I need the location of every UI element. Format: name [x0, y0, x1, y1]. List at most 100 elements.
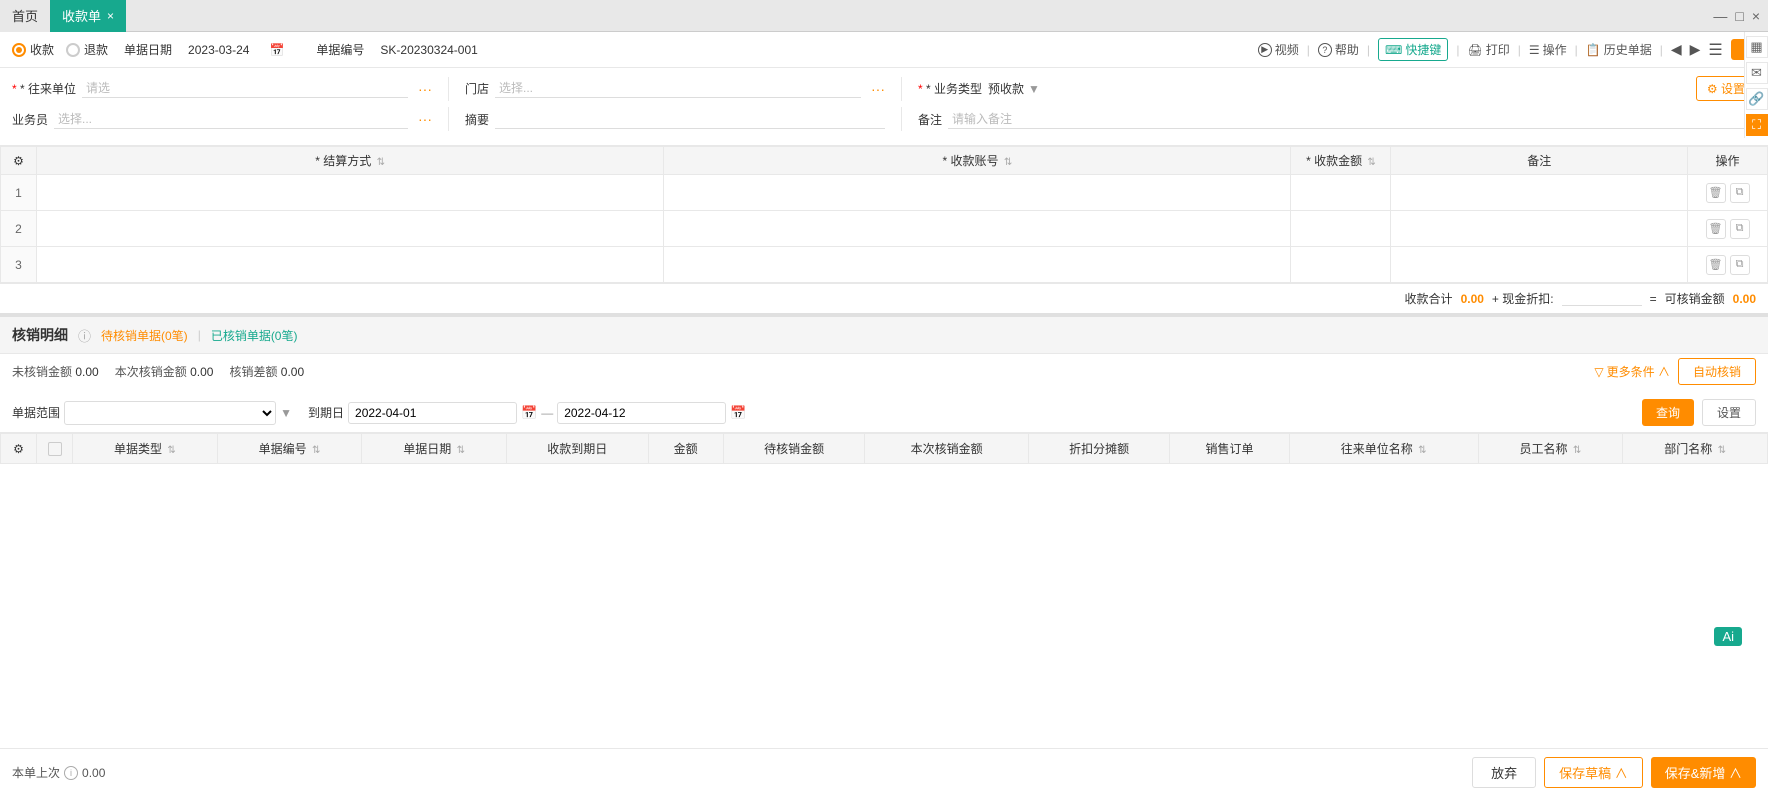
equal-label: =: [1650, 292, 1657, 306]
col-payment-method[interactable]: * 结算方式 ⇅: [37, 147, 664, 175]
sidebar-expand-icon[interactable]: ⛶: [1746, 114, 1768, 136]
prev-btn[interactable]: ◀: [1671, 41, 1682, 58]
select-all-checkbox[interactable]: [48, 442, 62, 456]
save-draft-label: 保存草稿 ∧: [1559, 763, 1628, 782]
verification-info-icon[interactable]: ⓘ: [78, 326, 91, 345]
auto-verify-btn[interactable]: 自动核销: [1678, 358, 1756, 385]
row-1-copy-icon[interactable]: ⧉: [1730, 183, 1750, 203]
ai-badge[interactable]: Ai: [1714, 627, 1742, 646]
row-1-delete-icon[interactable]: 🗑: [1706, 183, 1726, 203]
row-1-account-no[interactable]: [664, 175, 1291, 211]
calendar-icon[interactable]: 📅: [269, 43, 284, 57]
row-1-remark[interactable]: [1391, 175, 1688, 211]
row-2-account-no[interactable]: [664, 211, 1291, 247]
footer-buttons: 放弃 保存草稿 ∧ 保存&新增 ∧: [1472, 757, 1756, 788]
shortcut-btn[interactable]: ⌨ 快捷键: [1378, 38, 1448, 61]
row-2-amount[interactable]: [1291, 211, 1391, 247]
radio-refund[interactable]: 退款: [66, 41, 108, 58]
query-button[interactable]: 查询: [1642, 399, 1694, 426]
tab-receipt[interactable]: 收款单 ×: [50, 0, 126, 32]
row-3-account-no[interactable]: [664, 247, 1291, 283]
col-gear[interactable]: ⚙: [1, 147, 37, 175]
verify-diff-stat: 核销差额 0.00: [229, 363, 304, 380]
footer-info: 本单上次 i 0.00: [12, 764, 105, 781]
save-new-button[interactable]: 保存&新增 ∧: [1651, 757, 1756, 788]
more-conditions-btn[interactable]: ▽ 更多条件 ∧: [1594, 363, 1670, 380]
bottom-table: ⚙ 单据类型 ⇅ 单据编号 ⇅ 单据日期 ⇅: [0, 433, 1768, 464]
counterpart-label: * 往来单位: [12, 80, 76, 97]
bottom-table-wrap: ⚙ 单据类型 ⇅ 单据编号 ⇅ 单据日期 ⇅: [0, 433, 1768, 748]
print-btn[interactable]: 🖨 打印: [1467, 41, 1509, 58]
save-draft-button[interactable]: 保存草稿 ∧: [1544, 757, 1643, 788]
minimize-button[interactable]: —: [1713, 8, 1727, 24]
next-btn[interactable]: ▶: [1690, 41, 1701, 58]
date-to-cal-icon[interactable]: 📅: [730, 405, 746, 421]
date-label: 单据日期: [124, 41, 172, 58]
row-2-delete-icon[interactable]: 🗑: [1706, 219, 1726, 239]
tab-home[interactable]: 首页: [0, 0, 50, 32]
layout-icon[interactable]: ☰: [1708, 40, 1722, 60]
salesman-more-icon[interactable]: ···: [418, 111, 432, 127]
col-account-no[interactable]: * 收款账号 ⇅: [664, 147, 1291, 175]
done-tab[interactable]: 已核销单据(0笔): [211, 327, 298, 344]
row-2-remark[interactable]: [1391, 211, 1688, 247]
date-separator: —: [541, 406, 553, 420]
sidebar-table-icon[interactable]: ▦: [1746, 36, 1768, 58]
row-1-amount[interactable]: [1291, 175, 1391, 211]
shop-more-icon[interactable]: ···: [871, 81, 885, 97]
btcol-dept-name[interactable]: 部门名称 ⇅: [1623, 434, 1768, 464]
maximize-button[interactable]: □: [1735, 8, 1743, 24]
row-3-amount[interactable]: [1291, 247, 1391, 283]
btcol-bill-no[interactable]: 单据编号 ⇅: [217, 434, 362, 464]
btcol-staff-name[interactable]: 员工名称 ⇅: [1478, 434, 1623, 464]
col-amount[interactable]: * 收款金额 ⇅: [1291, 147, 1391, 175]
salesman-input[interactable]: [54, 110, 408, 129]
discount-input[interactable]: [1562, 291, 1642, 306]
row-1-payment-method[interactable]: [37, 175, 664, 211]
row-2-payment-method[interactable]: [37, 211, 664, 247]
date-from-cal-icon[interactable]: 📅: [521, 405, 537, 421]
row-3-delete-icon[interactable]: 🗑: [1706, 255, 1726, 275]
btcol-bill-type[interactable]: 单据类型 ⇅: [73, 434, 218, 464]
verification-section-header: 核销明细 ⓘ 待核销单据(0笔) | 已核销单据(0笔): [0, 313, 1768, 354]
sidebar-attachment-icon[interactable]: 🔗: [1746, 88, 1768, 110]
help-btn[interactable]: ? 帮助: [1318, 41, 1359, 58]
remark-input[interactable]: [948, 110, 1756, 129]
row-2-actions: 🗑 ⧉: [1688, 211, 1768, 247]
tab-close-icon[interactable]: ×: [107, 9, 114, 23]
btcol-gear[interactable]: ⚙: [1, 434, 37, 464]
summary-input[interactable]: [495, 110, 885, 129]
btcol-counterpart-name[interactable]: 往来单位名称 ⇅: [1289, 434, 1478, 464]
video-btn[interactable]: ▶ 视频: [1258, 41, 1299, 58]
counterpart-input[interactable]: [82, 79, 408, 98]
counterpart-more-icon[interactable]: ···: [418, 81, 432, 97]
this-bill-label: 本单上次: [12, 764, 60, 781]
date-from-input[interactable]: [348, 402, 517, 424]
operation-btn[interactable]: ☰ 操作: [1529, 41, 1567, 58]
radio-receive[interactable]: 收款: [12, 41, 54, 58]
business-type-select[interactable]: 预收款 ▼: [988, 80, 1040, 97]
row-3-remark[interactable]: [1391, 247, 1688, 283]
row-3-copy-icon[interactable]: ⧉: [1730, 255, 1750, 275]
table-row: 1 🗑 ⧉: [1, 175, 1768, 211]
filter-settings-button[interactable]: 设置: [1702, 399, 1756, 426]
total-label: 收款合计: [1405, 290, 1453, 307]
row-3-payment-method[interactable]: [37, 247, 664, 283]
row-2-copy-icon[interactable]: ⧉: [1730, 219, 1750, 239]
close-button[interactable]: ×: [1752, 8, 1760, 24]
range-select[interactable]: [64, 401, 276, 425]
salesman-field: 业务员 ···: [12, 110, 432, 129]
date-to-input[interactable]: [557, 402, 726, 424]
btcol-bill-date[interactable]: 单据日期 ⇅: [362, 434, 507, 464]
available-value: 0.00: [1733, 292, 1756, 306]
business-type-field: * 业务类型 预收款 ▼ ⚙ 设置: [918, 76, 1756, 101]
sidebar-email-icon[interactable]: ✉: [1746, 62, 1768, 84]
footer-info-icon[interactable]: i: [64, 766, 78, 780]
btcol-checkbox[interactable]: [37, 434, 73, 464]
abandon-button[interactable]: 放弃: [1472, 757, 1536, 788]
shop-input[interactable]: [495, 79, 861, 98]
table-header-row: ⚙ * 结算方式 ⇅ * 收款账号 ⇅ * 收款金额 ⇅ 备注: [1, 147, 1768, 175]
receipt-table-wrap: ⚙ * 结算方式 ⇅ * 收款账号 ⇅ * 收款金额 ⇅ 备注: [0, 146, 1768, 283]
pending-tab[interactable]: 待核销单据(0笔): [101, 327, 188, 344]
history-btn[interactable]: 📋 历史单据: [1586, 41, 1652, 58]
